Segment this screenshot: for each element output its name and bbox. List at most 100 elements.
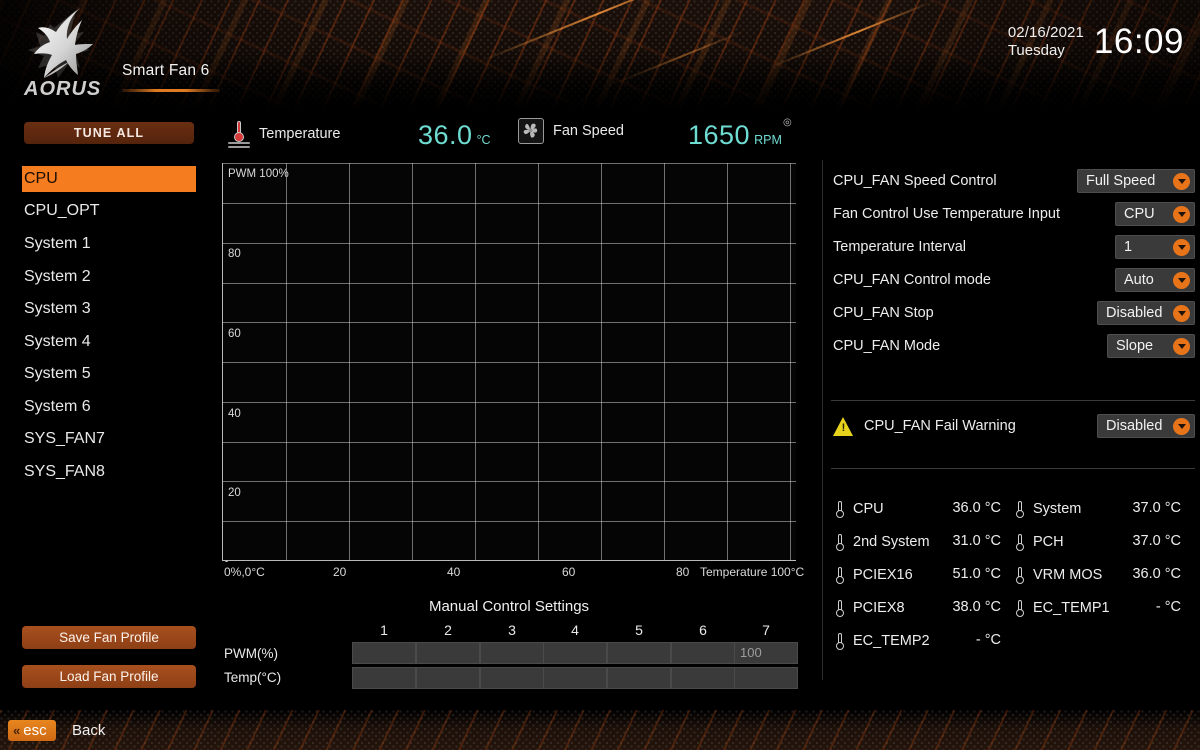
temp-cell-6[interactable] [672,668,734,670]
dropdown-temp-interval[interactable]: 1 [1115,235,1195,259]
sensor-value-ec-temp2: - °C [923,632,1001,648]
manual-col-5: 5 [607,622,671,638]
fan-curve-chart[interactable]: PWM 100% 80 60 40 20 [222,163,796,561]
temp-cell-5[interactable] [608,668,670,670]
sidebar-item-sys-fan8[interactable]: SYS_FAN8 [22,459,196,485]
sensor-pciex8: PCIEX8 [833,599,905,617]
temp-cell-1[interactable] [353,668,415,670]
chevron-down-icon[interactable] [1173,305,1190,322]
sidebar-item-cpu-opt[interactable]: CPU_OPT [22,198,196,224]
panel-divider-top [831,400,1195,401]
temp-cell-2[interactable] [417,668,479,670]
dropdown-control-mode[interactable]: Auto [1115,268,1195,292]
temp-cell-7[interactable] [735,668,797,670]
sensor-pch: PCH [1013,533,1064,551]
sensor-name-system: System [1033,501,1081,517]
dropdown-fan-stop[interactable]: Disabled [1097,301,1195,325]
chart-ytick-40: 40 [228,408,241,420]
pwm-cell-1[interactable] [353,643,415,645]
sidebar-item-system-5[interactable]: System 5 [22,361,196,387]
sensor-ec-temp1: EC_TEMP1 [1013,599,1110,617]
sensor-name-vrm-mos: VRM MOS [1033,567,1102,583]
fanspeed-unit: RPM [754,133,782,147]
sensor-pciex16: PCIEX16 [833,566,913,584]
chart-ylabel-top: PWM 100% [228,168,289,180]
tab-smart-fan-6[interactable]: Smart Fan 6 [122,62,209,89]
fanspeed-metric: Fan Speed [518,118,624,144]
app-header: AORUS Smart Fan 6 02/16/2021 Tuesday 16:… [0,0,1200,110]
degree-mark-icon: ◎ [783,117,792,128]
load-fan-profile-button[interactable]: Load Fan Profile [22,665,196,688]
thermometer-small-icon [1013,500,1026,518]
save-fan-profile-button[interactable]: Save Fan Profile [22,626,196,649]
pwm-cell-4[interactable] [544,643,606,645]
sidebar-item-cpu[interactable]: CPU [22,166,196,192]
footer-bar: « esc Back [0,710,1200,750]
dropdown-value-fail-warning: Disabled [1106,418,1162,434]
thermometer-small-icon [833,566,846,584]
manual-col-3: 3 [480,622,544,638]
dropdown-value-temp-input: CPU [1124,206,1155,222]
decor-streak [478,0,701,63]
chevron-down-icon[interactable] [1173,272,1190,289]
sensor-name-ec-temp1: EC_TEMP1 [1033,600,1110,616]
pwm-cell-3[interactable] [481,643,543,645]
tune-all-button[interactable]: TUNE ALL [24,122,194,144]
chevron-down-icon[interactable] [1173,338,1190,355]
chevron-down-icon[interactable] [1173,173,1190,190]
temp-cell-3[interactable] [481,668,543,670]
sensor-name-2nd-system: 2nd System [853,534,930,550]
sidebar-item-system-3[interactable]: System 3 [22,296,196,322]
chart-xlabel: Temperature 100°C [700,565,804,579]
sidebar-item-system-6[interactable]: System 6 [22,394,196,420]
fanspeed-value-group: 1650 RPM [688,120,782,151]
fan-icon [518,118,544,144]
chevron-down-icon[interactable] [1173,418,1190,435]
pwm-cell-5[interactable] [608,643,670,645]
datetime-display: 02/16/2021 Tuesday 16:09 [1008,24,1184,59]
dropdown-value-fan-mode: Slope [1116,338,1153,354]
esc-key-button[interactable]: « esc [8,720,56,741]
pwm-cell-7[interactable]: 100 [735,643,797,660]
dropdown-fail-warning[interactable]: Disabled [1097,414,1195,438]
setting-label-temp-interval: Temperature Interval [833,239,1115,255]
setting-row-speed-control: CPU_FAN Speed Control Full Speed [833,168,1195,194]
temperature-label: Temperature [259,126,340,142]
aorus-eagle-icon [14,6,120,84]
sensor-name-pciex16: PCIEX16 [853,567,913,583]
warning-triangle-icon [833,417,854,436]
thermometer-small-icon [833,533,846,551]
sidebar-item-system-1[interactable]: System 1 [22,231,196,257]
temp-cell-4[interactable] [544,668,606,670]
setting-label-fail-warning: CPU_FAN Fail Warning [864,418,1097,434]
sensor-cpu: CPU [833,500,884,518]
setting-label-speed-control: CPU_FAN Speed Control [833,173,1077,189]
dropdown-temp-input[interactable]: CPU [1115,202,1195,226]
setting-row-fail-warning: CPU_FAN Fail Warning Disabled [833,413,1195,439]
sidebar-item-system-2[interactable]: System 2 [22,264,196,290]
dropdown-speed-control[interactable]: Full Speed [1077,169,1195,193]
chart-xtick-60: 60 [562,565,575,579]
sensor-value-system: 37.0 °C [1103,500,1181,516]
temperature-unit: °C [477,133,491,147]
setting-row-fan-stop: CPU_FAN Stop Disabled [833,300,1195,326]
chevron-down-icon[interactable] [1173,239,1190,256]
manual-col-4: 4 [543,622,607,638]
pwm-cell-6[interactable] [672,643,734,645]
thermometer-small-icon [1013,533,1026,551]
manual-col-2: 2 [416,622,480,638]
fanspeed-label: Fan Speed [553,123,624,139]
chart-xtick-20: 20 [333,565,346,579]
chevron-down-icon[interactable] [1173,206,1190,223]
sidebar-item-system-4[interactable]: System 4 [22,329,196,355]
sidebar-item-sys-fan7[interactable]: SYS_FAN7 [22,426,196,452]
aorus-logo: AORUS [14,6,120,106]
temperature-metric: Temperature [228,120,340,148]
pwm-cell-2[interactable] [417,643,479,645]
manual-col-7: 7 [734,622,798,638]
sensor-value-pciex8: 38.0 °C [923,599,1001,615]
dropdown-value-temp-interval: 1 [1124,239,1132,255]
dropdown-fan-mode[interactable]: Slope [1107,334,1195,358]
sensor-vrm-mos: VRM MOS [1013,566,1102,584]
dropdown-value-control-mode: Auto [1124,272,1154,288]
